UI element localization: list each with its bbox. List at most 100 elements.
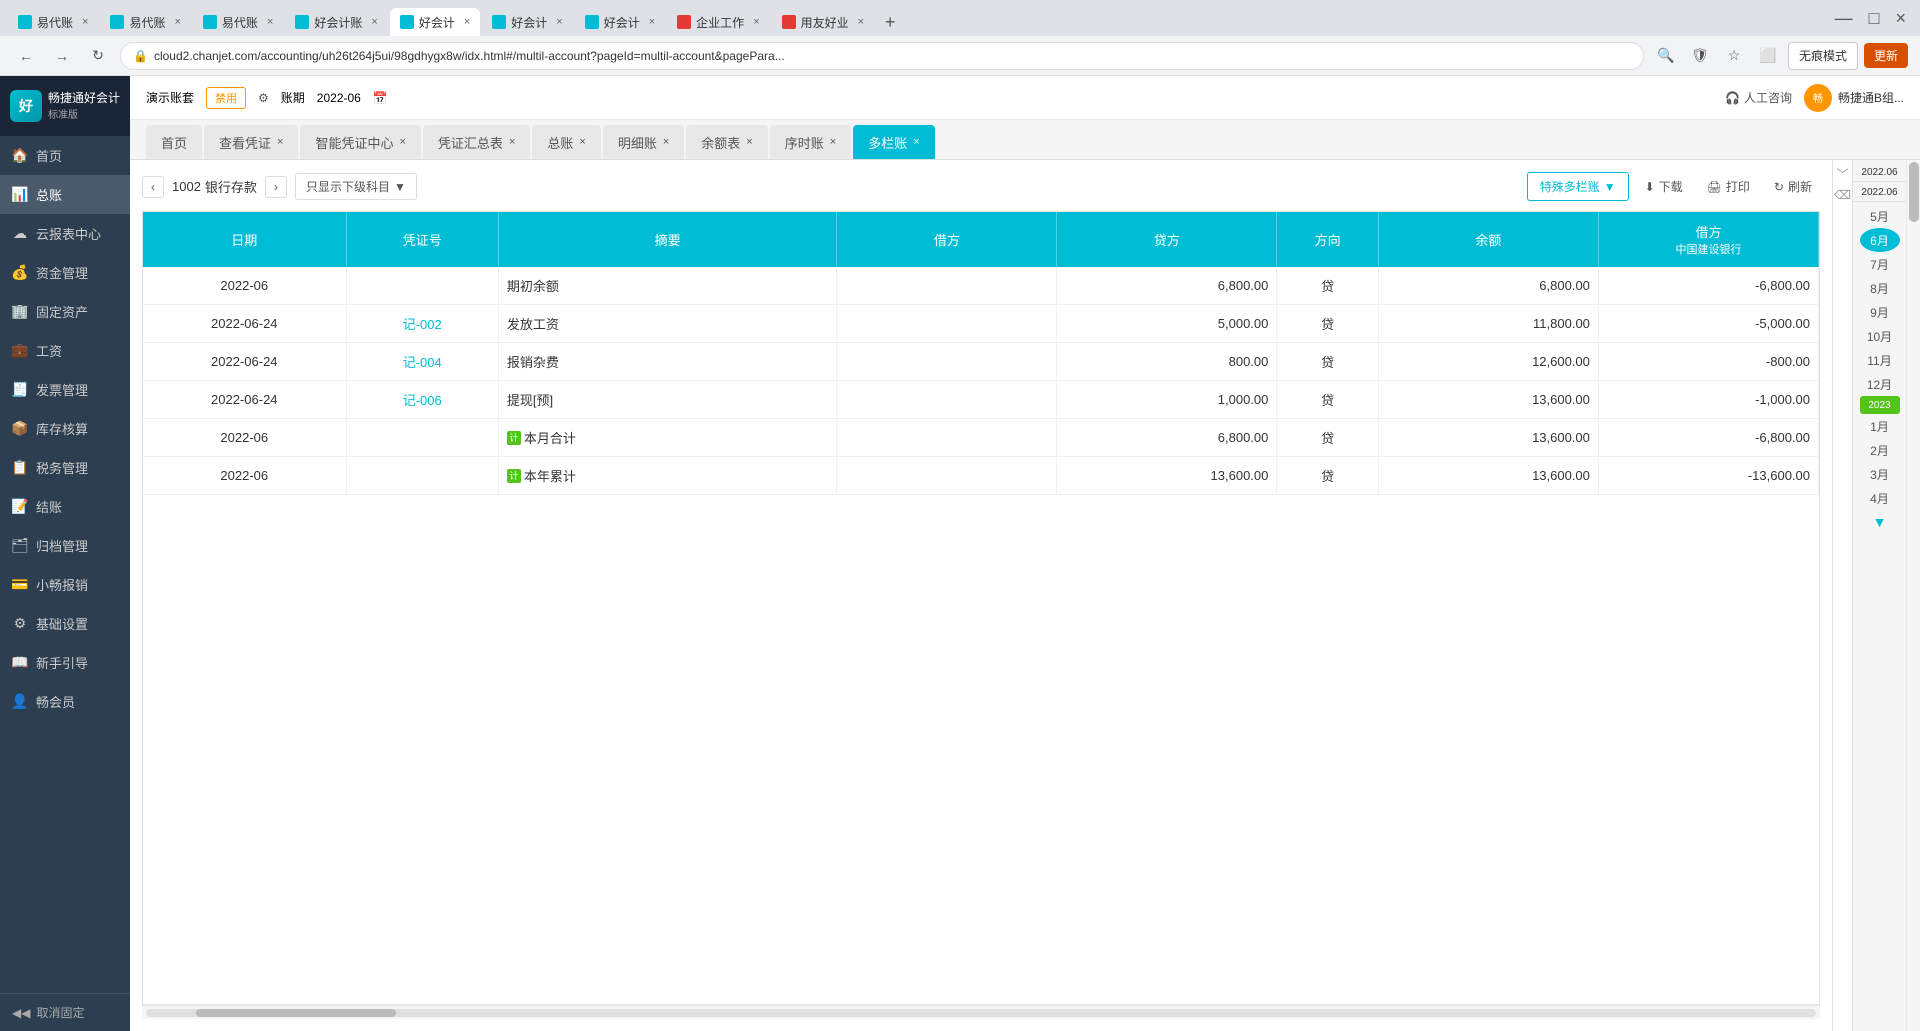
- special-multi-col-button[interactable]: 特殊多栏账 ▼: [1527, 172, 1629, 201]
- page-tab-journal[interactable]: 序时账 ×: [770, 125, 851, 159]
- sidebar-item-archive[interactable]: 🗂 归档管理: [0, 526, 130, 565]
- page-tab-voucher-summary[interactable]: 凭证汇总表 ×: [423, 125, 530, 159]
- tab-close-7[interactable]: ×: [649, 16, 655, 28]
- sidebar-item-assets[interactable]: 🏢 固定资产: [0, 292, 130, 331]
- sidebar-item-inventory[interactable]: 📦 库存核算: [0, 409, 130, 448]
- page-tab-close-voucher[interactable]: ×: [277, 136, 283, 148]
- sidebar-item-cloud[interactable]: ☁ 云报表中心: [0, 214, 130, 253]
- shield-icon[interactable]: 🛡: [1686, 42, 1714, 70]
- forward-button[interactable]: →: [48, 42, 76, 70]
- cell-voucher-2[interactable]: 记-004: [346, 343, 498, 381]
- sidebar-item-home[interactable]: 🏠 首页: [0, 136, 130, 175]
- sidebar-unpin-button[interactable]: ◀◀ 取消固定: [0, 993, 130, 1031]
- page-tab-detail-ledger[interactable]: 明细账 ×: [603, 125, 684, 159]
- url-bar[interactable]: 🔒 cloud2.chanjet.com/accounting/uh26t264…: [120, 42, 1644, 70]
- month-item-12[interactable]: 12月: [1860, 372, 1900, 396]
- sidebar-item-ledger[interactable]: 📊 总账: [0, 175, 130, 214]
- sidebar-item-tax[interactable]: 📋 税务管理: [0, 448, 130, 487]
- v-scrollbar[interactable]: [1906, 160, 1920, 1031]
- maximize-button[interactable]: □: [1863, 8, 1886, 29]
- prev-account-button[interactable]: ‹: [142, 176, 164, 198]
- account-selector[interactable]: 1002 银行存款: [172, 177, 257, 196]
- page-tab-close-balance[interactable]: ×: [746, 136, 752, 148]
- voucher-link-2[interactable]: 记-004: [403, 355, 442, 370]
- page-tab-close-multi-col[interactable]: ×: [913, 136, 919, 148]
- month-item-2023-4[interactable]: 4月: [1860, 486, 1900, 510]
- close-button[interactable]: ×: [1889, 8, 1912, 29]
- sidebar-item-salary[interactable]: 💼 工资: [0, 331, 130, 370]
- page-tab-close-smart-voucher[interactable]: ×: [399, 136, 405, 148]
- tab-1[interactable]: 易代账 ×: [8, 8, 98, 36]
- month-item-6[interactable]: 6月: [1860, 228, 1900, 252]
- star-icon[interactable]: ☆: [1720, 42, 1748, 70]
- no-trace-button[interactable]: 无痕模式: [1788, 42, 1858, 70]
- sidebar-item-settlement[interactable]: 📝 结账: [0, 487, 130, 526]
- tab-2[interactable]: 易代账 ×: [100, 8, 190, 36]
- sidebar-item-settings[interactable]: ⚙ 基础设置: [0, 604, 130, 643]
- page-tab-close-journal[interactable]: ×: [830, 136, 836, 148]
- tab-6[interactable]: 好会计 ×: [482, 8, 572, 36]
- consult-button[interactable]: 🎧 人工咨询: [1725, 89, 1792, 106]
- month-item-8[interactable]: 8月: [1860, 276, 1900, 300]
- page-tab-general-ledger[interactable]: 总账 ×: [532, 125, 600, 159]
- tab-close-9[interactable]: ×: [858, 16, 864, 28]
- download-button[interactable]: ⬇ 下载: [1637, 173, 1691, 200]
- period-icon[interactable]: 📅: [373, 91, 388, 105]
- month-item-10[interactable]: 10月: [1860, 324, 1900, 348]
- page-tab-smart-voucher[interactable]: 智能凭证中心 ×: [300, 125, 420, 159]
- h-scrollbar[interactable]: [142, 1005, 1820, 1019]
- scroll-down-icon[interactable]: ▼: [1873, 514, 1887, 530]
- sidebar-item-guide[interactable]: 📖 新手引导: [0, 643, 130, 682]
- page-tab-close-general-ledger[interactable]: ×: [579, 136, 585, 148]
- print-button[interactable]: 🖨 打印: [1699, 173, 1758, 200]
- month-item-2023-2[interactable]: 2月: [1860, 438, 1900, 462]
- search-icon[interactable]: 🔍: [1652, 42, 1680, 70]
- tab-4[interactable]: 好会计账 ×: [285, 8, 387, 36]
- sidebar-item-capital[interactable]: 💰 资金管理: [0, 253, 130, 292]
- new-tab-button[interactable]: +: [876, 8, 904, 36]
- h-scrollbar-thumb[interactable]: [196, 1009, 396, 1017]
- voucher-link-1[interactable]: 记-002: [403, 317, 442, 332]
- sidebar-item-expense[interactable]: 💳 小畅报销: [0, 565, 130, 604]
- voucher-link-3[interactable]: 记-006: [403, 393, 442, 408]
- next-account-button[interactable]: ›: [265, 176, 287, 198]
- collapse-panel-button[interactable]: 〉: [1834, 168, 1851, 180]
- sidebar-toggle[interactable]: ⬜: [1754, 42, 1782, 70]
- tab-7[interactable]: 好会计 ×: [575, 8, 665, 36]
- expand-panel-button[interactable]: ⌫: [1836, 188, 1850, 202]
- cell-voucher-1[interactable]: 记-002: [346, 305, 498, 343]
- back-button[interactable]: ←: [12, 42, 40, 70]
- tab-5[interactable]: 好会计 ×: [390, 8, 480, 36]
- month-item-9[interactable]: 9月: [1860, 300, 1900, 324]
- month-item-7[interactable]: 7月: [1860, 252, 1900, 276]
- filter-button[interactable]: 只显示下级科目 ▼: [295, 173, 417, 200]
- tab-3[interactable]: 易代账 ×: [193, 8, 283, 36]
- update-button[interactable]: 更新: [1864, 43, 1908, 68]
- minimize-button[interactable]: —: [1829, 8, 1859, 29]
- page-tab-close-detail-ledger[interactable]: ×: [663, 136, 669, 148]
- tab-close-6[interactable]: ×: [556, 16, 562, 28]
- month-item-5[interactable]: 5月: [1860, 204, 1900, 228]
- tab-close-4[interactable]: ×: [371, 16, 377, 28]
- tab-close-8[interactable]: ×: [753, 16, 759, 28]
- sidebar-item-invoice[interactable]: 🧾 发票管理: [0, 370, 130, 409]
- month-item-2023-3[interactable]: 3月: [1860, 462, 1900, 486]
- month-item-11[interactable]: 11月: [1860, 348, 1900, 372]
- tab-close-5[interactable]: ×: [464, 16, 470, 28]
- tab-close-2[interactable]: ×: [174, 16, 180, 28]
- page-tab-home[interactable]: 首页: [146, 125, 202, 159]
- page-tab-close-voucher-summary[interactable]: ×: [509, 136, 515, 148]
- refresh-nav-button[interactable]: ↻: [84, 42, 112, 70]
- sidebar-item-member[interactable]: 👤 畅会员: [0, 682, 130, 721]
- cell-voucher-3[interactable]: 记-006: [346, 381, 498, 419]
- tab-close-1[interactable]: ×: [82, 16, 88, 28]
- month-item-2023-1[interactable]: 1月: [1860, 414, 1900, 438]
- tab-8[interactable]: 企业工作 ×: [667, 8, 769, 36]
- page-tab-multi-col[interactable]: 多栏账 ×: [853, 125, 934, 159]
- page-tab-balance[interactable]: 余额表 ×: [686, 125, 767, 159]
- settings-gear-icon[interactable]: ⚙: [258, 91, 269, 105]
- page-tab-voucher[interactable]: 查看凭证 ×: [204, 125, 298, 159]
- refresh-button[interactable]: ↻ 刷新: [1766, 173, 1820, 200]
- tab-9[interactable]: 用友好业 ×: [772, 8, 874, 36]
- v-scrollbar-thumb[interactable]: [1909, 162, 1919, 222]
